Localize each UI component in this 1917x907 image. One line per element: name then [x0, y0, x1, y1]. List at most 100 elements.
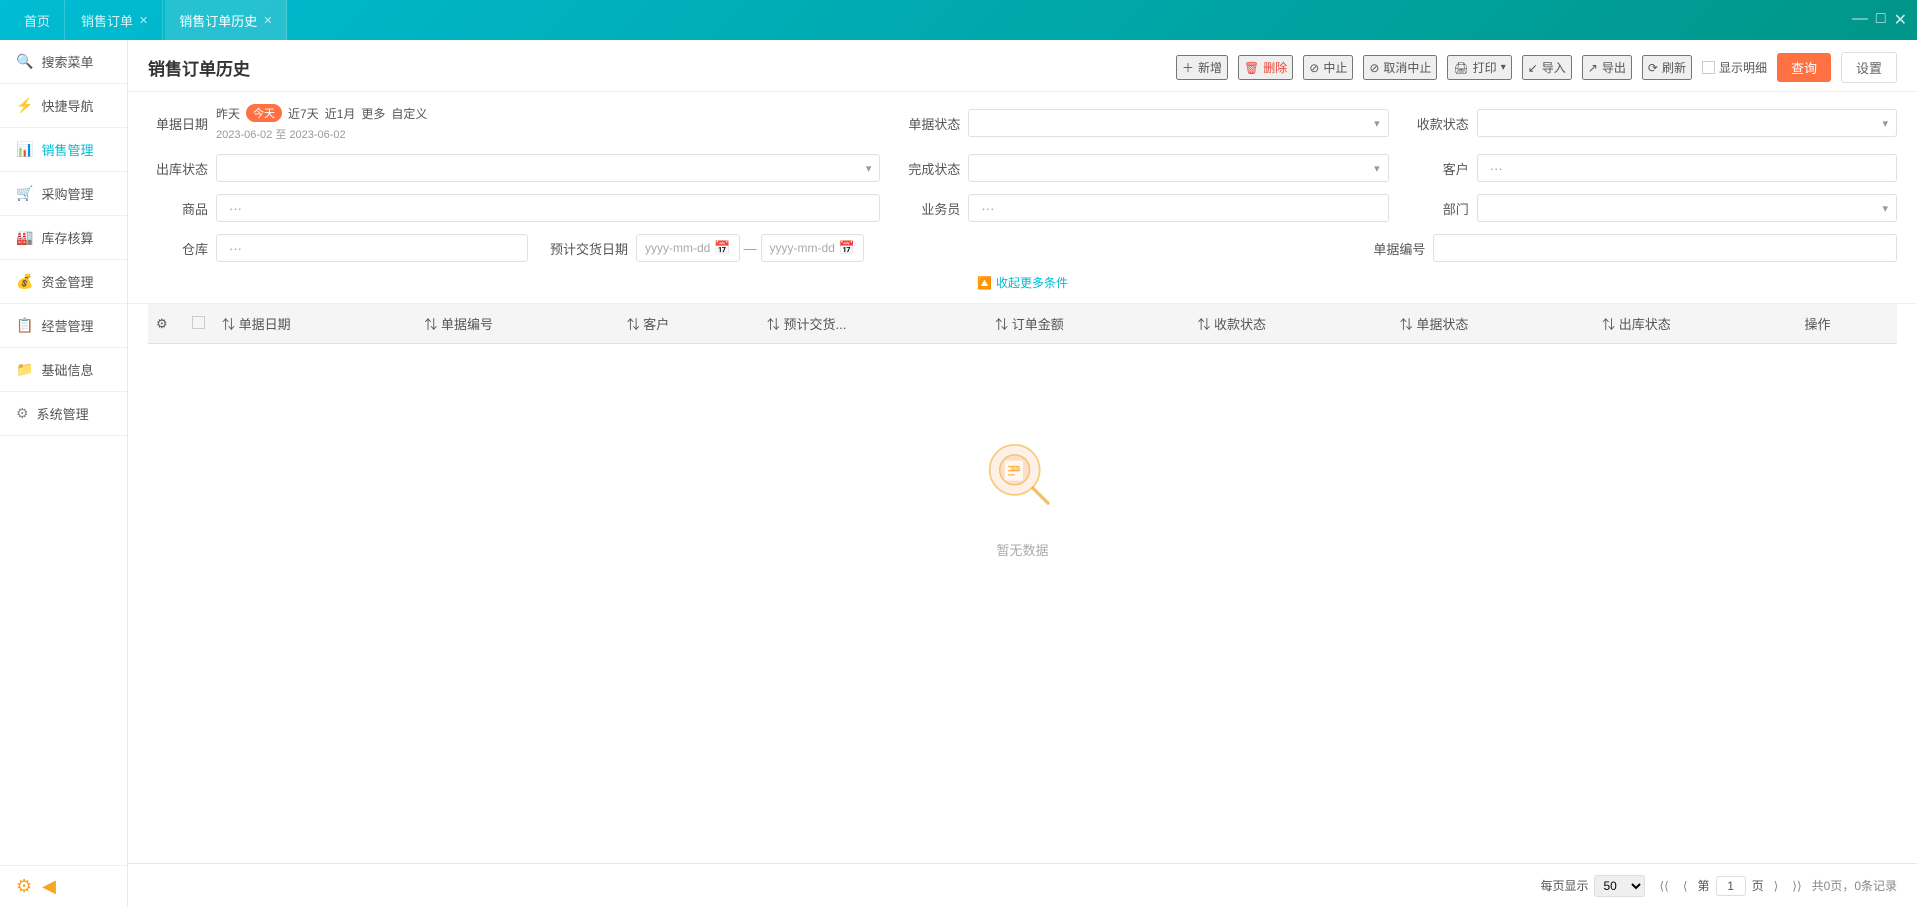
collapse-row[interactable]: 🔼 收起更多条件	[148, 274, 1897, 291]
display-toggle[interactable]: 显示明细	[1702, 59, 1767, 76]
th-delivery-status[interactable]: ⇅ 出库状态	[1594, 304, 1796, 344]
th-order-amount[interactable]: ⇅ 订单金额	[987, 304, 1189, 344]
refresh-button[interactable]: ⟳ 刷新	[1642, 55, 1692, 80]
import-button[interactable]: ↙ 导入	[1522, 55, 1572, 80]
product-dots[interactable]: ···	[225, 201, 246, 216]
query-label: 查询	[1791, 61, 1817, 76]
sidebar-item-purchase-mgmt[interactable]: 🛒 采购管理	[0, 172, 127, 216]
customer-input[interactable]: ···	[1477, 154, 1897, 182]
date-yesterday[interactable]: 昨天	[216, 105, 240, 122]
settings-button[interactable]: 设置	[1841, 52, 1897, 83]
expected-date-end[interactable]: yyyy-mm-dd 📅	[761, 234, 865, 262]
display-toggle-checkbox[interactable]	[1702, 61, 1715, 74]
stop-button[interactable]: ⊘ 中止	[1303, 55, 1353, 80]
next-page-button[interactable]: ⟩	[1770, 877, 1783, 895]
th-order-status[interactable]: ⇅ 单据状态	[1392, 304, 1594, 344]
expected-date-start[interactable]: yyyy-mm-dd 📅	[636, 234, 740, 262]
table-head: ⚙ ⇅ 单据日期 ⇅ 单据编号 ⇅ 客户	[148, 304, 1897, 344]
new-label: 新增	[1198, 59, 1222, 76]
minimize-icon[interactable]: —	[1852, 10, 1868, 30]
salesperson-input[interactable]: ···	[968, 194, 1388, 222]
content-area: 销售订单历史 ＋ 新增 🗑 删除 ⊘ 中止 ⊘ 取消中止	[128, 40, 1917, 907]
filter-row-2: 出库状态 ▾ 完成状态 ▾ 客户 ···	[148, 154, 1897, 182]
product-input[interactable]: ···	[216, 194, 880, 222]
last-page-button[interactable]: ⟩⟩	[1788, 877, 1805, 895]
sidebar-item-capital-mgmt[interactable]: 💰 资金管理	[0, 260, 127, 304]
th-customer[interactable]: ⇅ 客户	[619, 304, 759, 344]
tab-sales-order-history[interactable]: 销售订单历史 ✕	[165, 0, 287, 40]
order-status-select[interactable]: ▾	[968, 109, 1388, 137]
sidebar-collapse-icon[interactable]: ◀	[42, 876, 56, 897]
sidebar-item-ops-mgmt[interactable]: 📋 经营管理	[0, 304, 127, 348]
main-layout: 🔍 搜索菜单 ⚡ 快捷导航 📊 销售管理 🛒 采购管理 🏭 库存核算 💰 资金管…	[0, 40, 1917, 907]
sidebar-settings-icon[interactable]: ⚙	[16, 876, 32, 897]
filter-expected-date: 预计交货日期 yyyy-mm-dd 📅 — yyyy-mm-dd 📅	[548, 234, 1345, 262]
tab-sales-order-history-close[interactable]: ✕	[263, 14, 272, 27]
date-start-placeholder: yyyy-mm-dd	[645, 241, 710, 255]
date-today-badge[interactable]: 今天	[246, 104, 282, 122]
tab-home[interactable]: 首页	[10, 0, 65, 40]
tab-sales-order[interactable]: 销售订单 ✕	[67, 0, 163, 40]
current-page[interactable]: 1	[1716, 876, 1746, 896]
date-more[interactable]: 更多	[361, 105, 385, 122]
per-page-select[interactable]: 10 20 50 100	[1594, 875, 1645, 897]
sidebar: 🔍 搜索菜单 ⚡ 快捷导航 📊 销售管理 🛒 采购管理 🏭 库存核算 💰 资金管…	[0, 40, 128, 907]
export-button[interactable]: ↗ 导出	[1582, 55, 1632, 80]
th-order-no[interactable]: ⇅ 单据编号	[416, 304, 618, 344]
filter-order-num: 单据编号	[1365, 234, 1897, 262]
warehouse-dots[interactable]: ···	[225, 241, 246, 256]
delivery-status-select[interactable]: ▾	[216, 154, 880, 182]
query-button[interactable]: 查询	[1777, 53, 1831, 82]
delete-button[interactable]: 🗑 删除	[1238, 55, 1293, 80]
warehouse-input[interactable]: ···	[216, 234, 528, 262]
select-all-checkbox[interactable]	[192, 316, 205, 329]
sidebar-item-sales-mgmt[interactable]: 📊 销售管理	[0, 128, 127, 172]
new-button[interactable]: ＋ 新增	[1176, 55, 1228, 80]
salesperson-dots[interactable]: ···	[977, 201, 998, 216]
calendar-end-icon: 📅	[839, 240, 855, 256]
date-1month[interactable]: 近1月	[325, 105, 356, 122]
sidebar-item-quick-nav[interactable]: ⚡ 快捷导航	[0, 84, 127, 128]
page-title: 销售订单历史	[148, 55, 250, 80]
filter-product: 商品 ···	[148, 194, 880, 222]
complete-status-select[interactable]: ▾	[968, 154, 1388, 182]
date-custom[interactable]: 自定义	[391, 105, 427, 122]
payment-status-select[interactable]: ▾	[1477, 109, 1897, 137]
sidebar-item-inventory-label: 库存核算	[41, 228, 93, 247]
th-checkbox[interactable]	[184, 304, 214, 344]
customer-dots[interactable]: ···	[1486, 161, 1507, 176]
empty-state: 暂无数据	[148, 344, 1897, 639]
maximize-icon[interactable]: □	[1876, 10, 1886, 30]
sidebar-item-quick-nav-label: 快捷导航	[41, 96, 93, 115]
th-payment-status[interactable]: ⇅ 收款状态	[1189, 304, 1391, 344]
order-status-label: 单据状态	[900, 114, 960, 133]
filter-date: 单据日期 昨天 今天 近7天 近1月 更多 自定义 2023-06-02 至 2…	[148, 104, 880, 142]
dept-select[interactable]: ▾	[1477, 194, 1897, 222]
sidebar-item-sales-mgmt-label: 销售管理	[41, 140, 93, 159]
dept-label: 部门	[1409, 199, 1469, 218]
order-num-input[interactable]	[1433, 234, 1897, 262]
filter-row-1: 单据日期 昨天 今天 近7天 近1月 更多 自定义 2023-06-02 至 2…	[148, 104, 1897, 142]
filter-salesperson: 业务员 ···	[900, 194, 1388, 222]
tab-sales-order-close[interactable]: ✕	[139, 14, 148, 27]
sidebar-item-search-menu[interactable]: 🔍 搜索菜单	[0, 40, 127, 84]
date-7days[interactable]: 近7天	[288, 105, 319, 122]
th-settings[interactable]: ⚙	[148, 304, 184, 344]
delete-icon: 🗑	[1244, 61, 1259, 75]
sidebar-item-base-info[interactable]: 📁 基础信息	[0, 348, 127, 392]
calendar-start-icon: 📅	[714, 240, 730, 256]
sidebar-item-inventory[interactable]: 🏭 库存核算	[0, 216, 127, 260]
close-icon[interactable]: ✕	[1894, 10, 1907, 30]
cancel-stop-button[interactable]: ⊘ 取消中止	[1363, 55, 1437, 80]
first-page-button[interactable]: ⟨⟨	[1655, 877, 1672, 895]
print-button[interactable]: 🖨 打印 ▾	[1447, 55, 1511, 80]
sys-mgmt-icon: ⚙	[16, 405, 29, 422]
date-range-text: 2023-06-02 至 2023-06-02	[216, 126, 880, 142]
per-page-control: 每页显示 10 20 50 100	[1540, 875, 1645, 897]
th-date[interactable]: ⇅ 单据日期	[214, 304, 416, 344]
tab-sales-order-history-label: 销售订单历史	[179, 11, 257, 30]
th-expected-delivery[interactable]: ⇅ 预计交货...	[759, 304, 987, 344]
prev-page-button[interactable]: ⟨	[1679, 877, 1692, 895]
sidebar-item-sys-mgmt[interactable]: ⚙ 系统管理	[0, 392, 127, 436]
filter-row-4: 仓库 ··· 预计交货日期 yyyy-mm-dd 📅 — yyyy	[148, 234, 1897, 262]
